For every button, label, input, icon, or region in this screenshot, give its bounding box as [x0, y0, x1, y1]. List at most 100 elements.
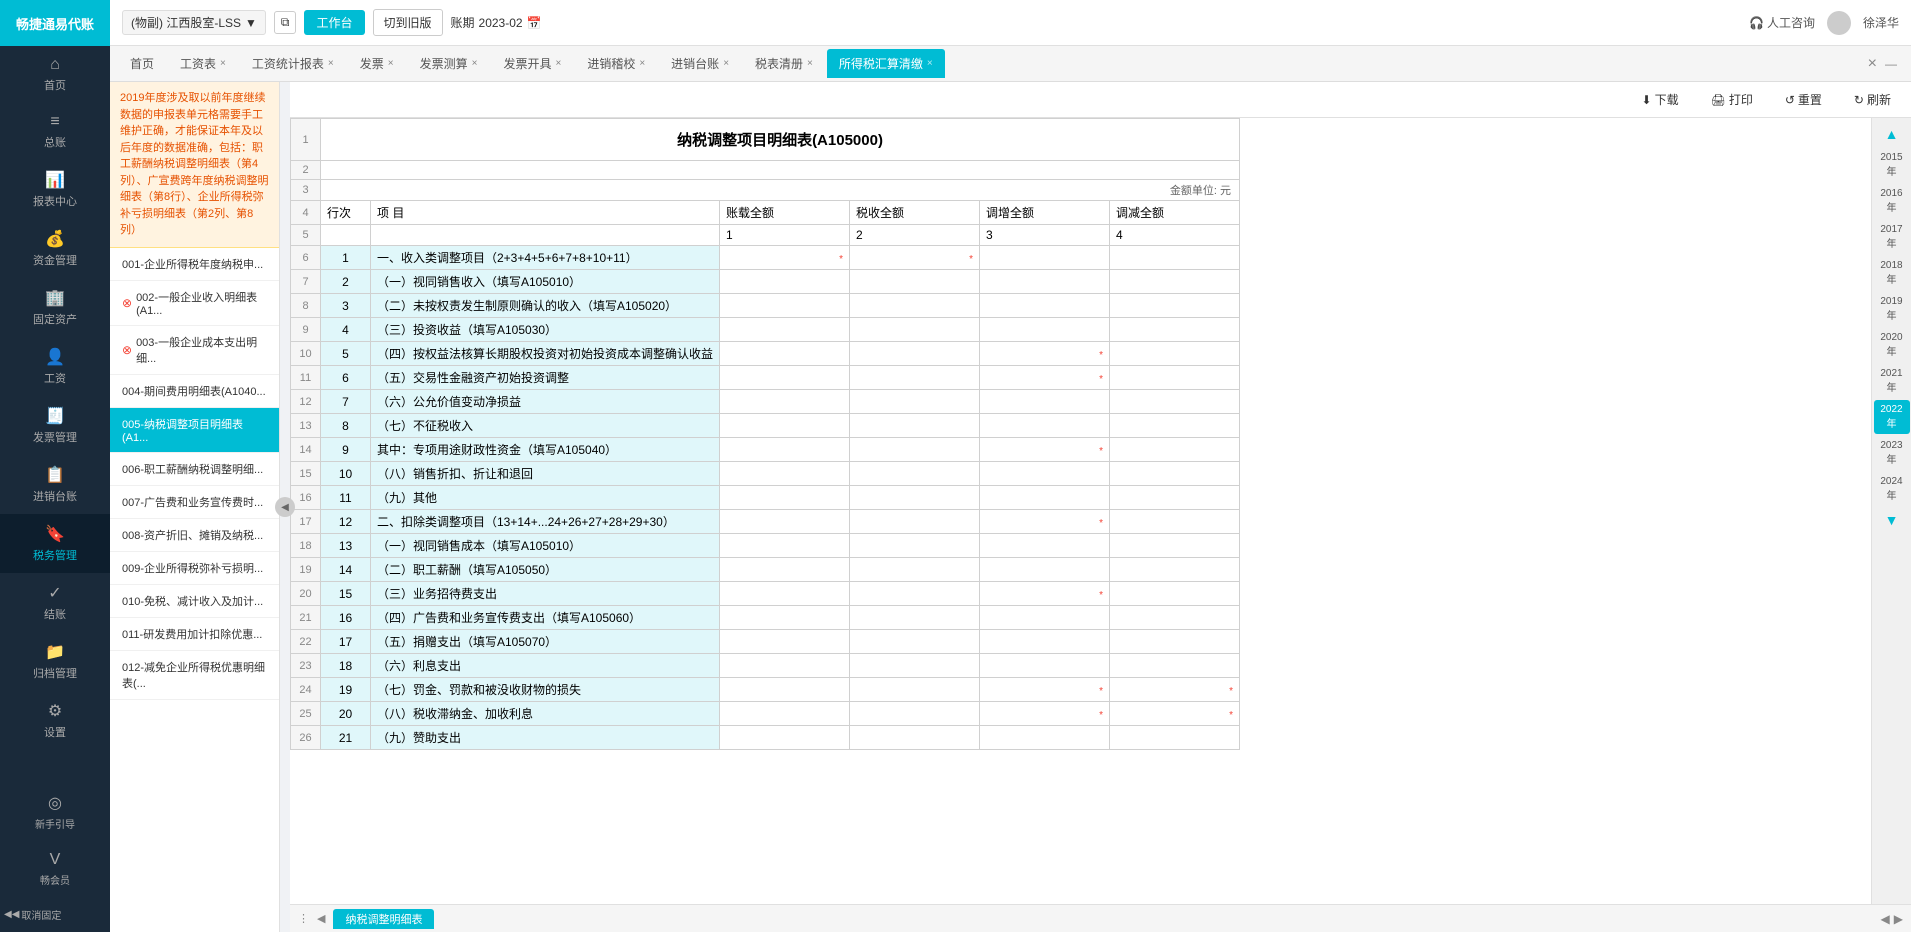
cell-f[interactable]	[1110, 702, 1240, 726]
sidebar-item-vip[interactable]: V 畅会员	[0, 841, 110, 897]
cell-f[interactable]	[1110, 318, 1240, 342]
cell-e[interactable]	[980, 486, 1110, 510]
sidebar-item-funds[interactable]: 💰 资金管理	[0, 219, 110, 278]
sidebar-item-purchase[interactable]: 📋 进销台账	[0, 455, 110, 514]
cell-f[interactable]	[1110, 582, 1240, 606]
cell-e[interactable]	[980, 678, 1110, 702]
form-list-item[interactable]: ⊗ 003-一般企业成本支出明细...	[110, 326, 279, 375]
cell-e[interactable]	[980, 702, 1110, 726]
cell-d[interactable]	[850, 534, 980, 558]
year-scroll-up-button[interactable]: ▲	[1881, 122, 1903, 146]
sidebar-item-assets[interactable]: 🏢 固定资产	[0, 278, 110, 337]
cell-d[interactable]	[850, 558, 980, 582]
cell-c[interactable]	[720, 558, 850, 582]
scroll-left-icon[interactable]: ◀	[317, 912, 325, 925]
cell-c[interactable]	[720, 294, 850, 318]
support-link[interactable]: 🎧 人工咨询	[1749, 14, 1815, 31]
tab-close-icon[interactable]: ×	[388, 58, 394, 69]
cell-d[interactable]	[850, 414, 980, 438]
cell-e[interactable]	[980, 366, 1110, 390]
cell-c[interactable]	[720, 726, 850, 750]
cell-f[interactable]	[1110, 534, 1240, 558]
tab-invoice-issue[interactable]: 发票开具 ×	[491, 49, 573, 78]
sidebar-item-report[interactable]: 📊 报表中心	[0, 160, 110, 219]
cell-f[interactable]	[1110, 438, 1240, 462]
cell-f[interactable]	[1110, 366, 1240, 390]
cell-e[interactable]	[980, 462, 1110, 486]
cell-d[interactable]	[850, 654, 980, 678]
cell-d[interactable]	[850, 702, 980, 726]
year-2024-button[interactable]: 2024年	[1874, 472, 1910, 506]
cell-c[interactable]	[720, 678, 850, 702]
cell-d[interactable]	[850, 270, 980, 294]
tab-in-out-check[interactable]: 进销稽校 ×	[575, 49, 657, 78]
collapse-left-panel-button[interactable]: ◀	[275, 497, 295, 517]
cell-c[interactable]	[720, 318, 850, 342]
tab-close-icon[interactable]: ×	[639, 58, 645, 69]
form-list-item[interactable]: 009-企业所得税弥补亏损明...	[110, 552, 279, 585]
form-list-item[interactable]: 006-职工薪酬纳税调整明细...	[110, 453, 279, 486]
cell-d[interactable]	[850, 486, 980, 510]
form-list-item[interactable]: 004-期间费用明细表(A1040...	[110, 375, 279, 408]
year-2017-button[interactable]: 2017年	[1874, 220, 1910, 254]
cell-c[interactable]	[720, 462, 850, 486]
cell-c[interactable]	[720, 702, 850, 726]
sidebar-item-close[interactable]: ✓ 结账	[0, 573, 110, 632]
form-list-item[interactable]: 011-研发费用加计扣除优惠...	[110, 618, 279, 651]
cell-f[interactable]	[1110, 630, 1240, 654]
company-selector[interactable]: (物副) 江西股室-LSS ▼	[122, 10, 266, 35]
form-list-item-active[interactable]: 005-纳税调整项目明细表(A1...	[110, 408, 279, 453]
tab-home[interactable]: 首页	[118, 49, 166, 78]
year-2018-button[interactable]: 2018年	[1874, 256, 1910, 290]
tab-close-icon[interactable]: ×	[807, 58, 813, 69]
cell-c[interactable]	[720, 534, 850, 558]
cell-e[interactable]	[980, 246, 1110, 270]
form-list-item[interactable]: 001-企业所得税年度纳税申...	[110, 248, 279, 281]
cell-c[interactable]	[720, 606, 850, 630]
cell-f[interactable]	[1110, 342, 1240, 366]
minimize-button[interactable]: —	[1879, 55, 1903, 73]
tab-invoice[interactable]: 发票 ×	[348, 49, 406, 78]
cell-c[interactable]	[720, 270, 850, 294]
print-button[interactable]: 🖨 打印	[1703, 88, 1761, 111]
year-2015-button[interactable]: 2015年	[1874, 148, 1910, 182]
cell-e[interactable]	[980, 558, 1110, 582]
cell-e[interactable]	[980, 582, 1110, 606]
tab-close-icon[interactable]: ×	[555, 58, 561, 69]
scroll-left-button[interactable]: ◀	[1881, 912, 1890, 926]
cell-f[interactable]	[1110, 510, 1240, 534]
sidebar-item-ledger[interactable]: ≡ 总账	[0, 103, 110, 160]
cell-d[interactable]	[850, 726, 980, 750]
cell-e[interactable]	[980, 606, 1110, 630]
year-2022-button[interactable]: 2022年	[1874, 400, 1910, 434]
cell-e[interactable]	[980, 630, 1110, 654]
refresh-button[interactable]: ↻ 刷新	[1846, 88, 1899, 111]
cell-e[interactable]	[980, 294, 1110, 318]
year-2023-button[interactable]: 2023年	[1874, 436, 1910, 470]
cell-d[interactable]	[850, 510, 980, 534]
reset-button[interactable]: ↺ 重置	[1777, 88, 1830, 111]
scroll-right-button[interactable]: ▶	[1894, 912, 1903, 926]
form-list-item[interactable]: ⊗ 002-一般企业收入明细表(A1...	[110, 281, 279, 326]
tab-close-icon[interactable]: ×	[927, 58, 933, 69]
cell-d[interactable]	[850, 294, 980, 318]
cell-f[interactable]	[1110, 270, 1240, 294]
year-scroll-down-button[interactable]: ▼	[1881, 508, 1903, 532]
cell-e[interactable]	[980, 318, 1110, 342]
sidebar-item-invoice[interactable]: 🧾 发票管理	[0, 396, 110, 455]
tab-close-icon[interactable]: ×	[472, 58, 478, 69]
year-2020-button[interactable]: 2020年	[1874, 328, 1910, 362]
cell-f[interactable]	[1110, 294, 1240, 318]
cell-f[interactable]	[1110, 246, 1240, 270]
download-button[interactable]: ⬇ 下载	[1634, 88, 1687, 111]
form-list-item[interactable]: 008-资产折旧、摊销及纳税...	[110, 519, 279, 552]
cell-d[interactable]	[850, 630, 980, 654]
cell-c[interactable]	[720, 414, 850, 438]
cell-c[interactable]	[720, 246, 850, 270]
cell-e[interactable]	[980, 270, 1110, 294]
unpin-button[interactable]: ◀◀ 取消固定	[0, 897, 110, 932]
tab-close-icon[interactable]: ×	[220, 58, 226, 69]
cell-e[interactable]	[980, 438, 1110, 462]
tab-tax-list[interactable]: 税表清册 ×	[743, 49, 825, 78]
copy-btn[interactable]: ⧉	[274, 11, 297, 34]
